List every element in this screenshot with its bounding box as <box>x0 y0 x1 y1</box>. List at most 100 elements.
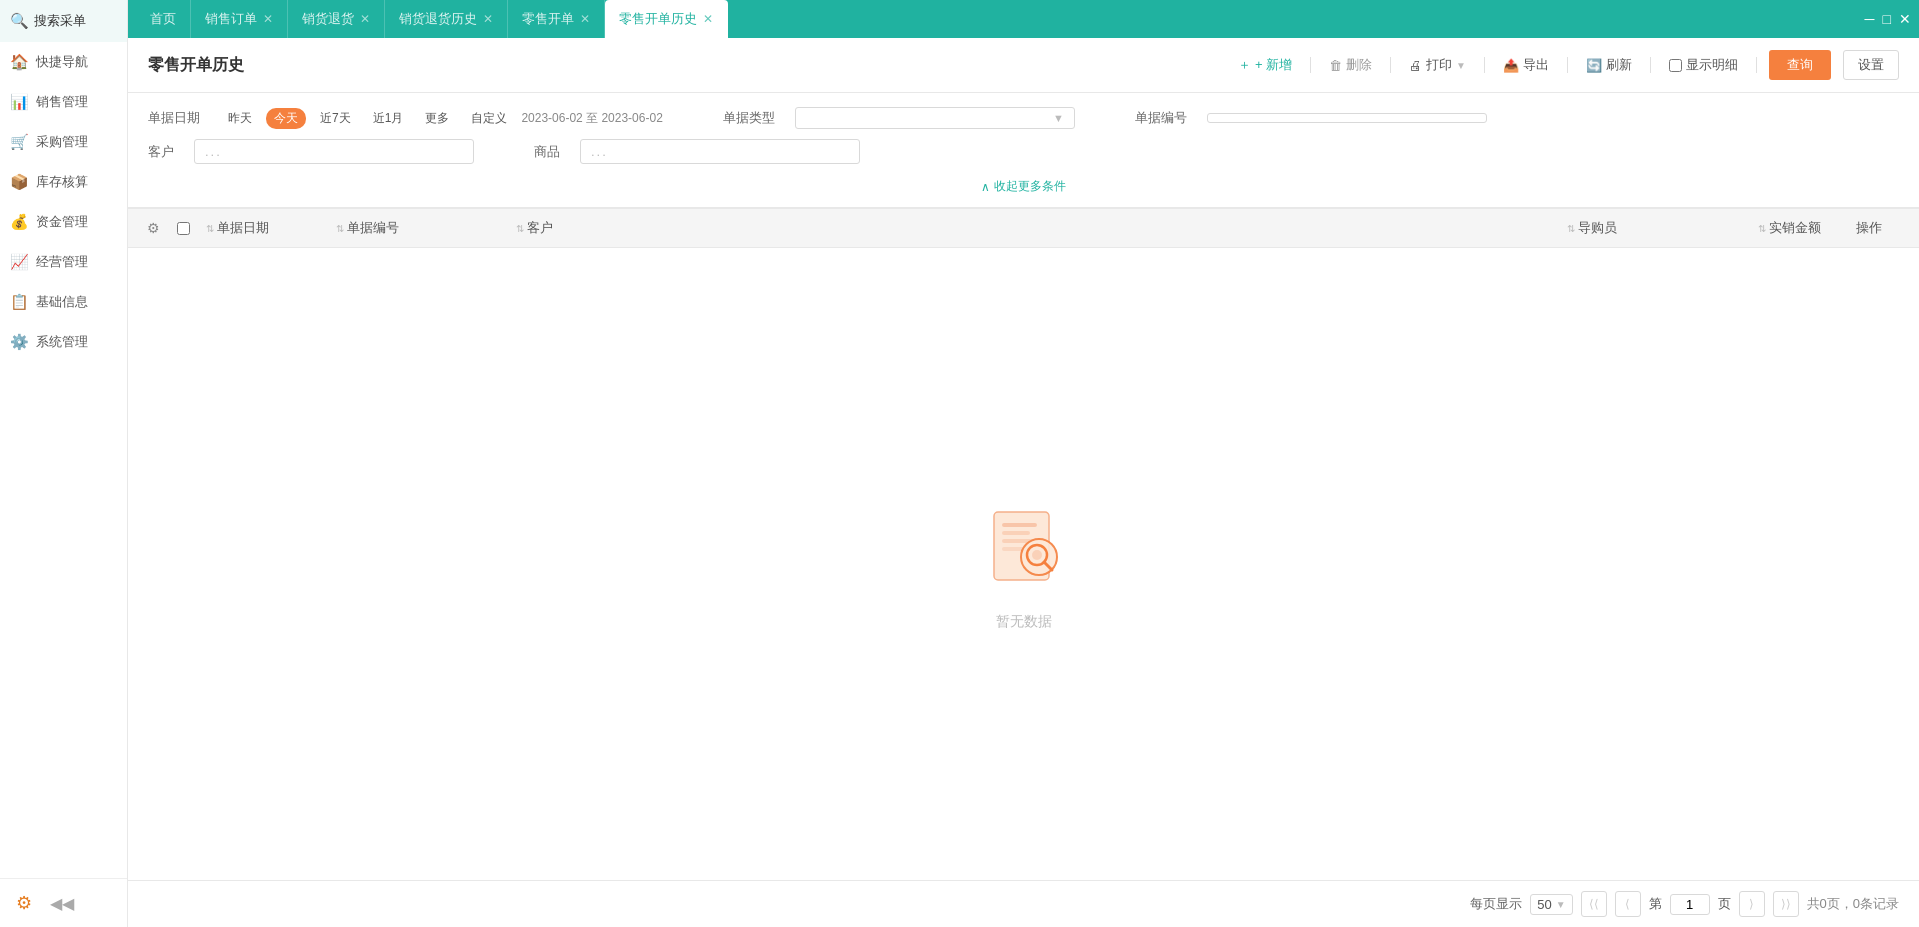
window-close-icon[interactable]: ✕ <box>1899 11 1911 27</box>
sidebar-item-basic-info[interactable]: 📋 基础信息 <box>0 282 127 322</box>
page-size-dropdown-icon: ▼ <box>1556 899 1566 910</box>
tab-sales-order-close[interactable]: ✕ <box>263 12 273 26</box>
customer-dots: ... <box>205 144 222 159</box>
display-cols-toggle[interactable]: 显示明细 <box>1663 52 1744 78</box>
refresh-label: 刷新 <box>1606 56 1632 74</box>
date-opt-more[interactable]: 更多 <box>417 108 457 129</box>
sidebar-item-finance[interactable]: 💰 资金管理 <box>0 202 127 242</box>
add-icon: ＋ <box>1238 56 1251 74</box>
date-opt-7days[interactable]: 近7天 <box>312 108 359 129</box>
date-opt-today[interactable]: 今天 <box>266 108 306 129</box>
empty-state: 暂无数据 <box>128 248 1919 880</box>
filter-row-2: 客户 ... 商品 ... <box>148 139 1899 164</box>
inventory-icon: 📦 <box>10 173 28 191</box>
customer-input[interactable]: ... <box>194 139 474 164</box>
query-button[interactable]: 查询 <box>1769 50 1831 80</box>
doc-type-select[interactable]: ▼ <box>795 107 1075 129</box>
th-customer[interactable]: ⇅ 客户 <box>508 219 1559 237</box>
tab-retail-history-close[interactable]: ✕ <box>703 12 713 26</box>
print-label: 打印 <box>1426 56 1452 74</box>
sidebar-item-inventory[interactable]: 📦 库存核算 <box>0 162 127 202</box>
settings-button[interactable]: 设置 <box>1843 50 1899 80</box>
tab-sales-return-history-label: 销货退货历史 <box>399 10 477 28</box>
svg-point-8 <box>1032 550 1042 560</box>
sidebar-item-purchase-mgmt[interactable]: 🛒 采购管理 <box>0 122 127 162</box>
page-last-button[interactable]: ⟩⟩ <box>1773 891 1799 917</box>
sidebar-item-label: 经营管理 <box>36 253 88 271</box>
sidebar-item-sales-mgmt[interactable]: 📊 销售管理 <box>0 82 127 122</box>
date-opt-1month[interactable]: 近1月 <box>365 108 412 129</box>
date-opt-custom[interactable]: 自定义 <box>463 108 515 129</box>
page-unit: 页 <box>1718 895 1731 913</box>
page-next-button[interactable]: ⟩ <box>1739 891 1765 917</box>
th-num[interactable]: ⇅ 单据编号 <box>328 219 508 237</box>
page-prev-button[interactable]: ⟨ <box>1615 891 1641 917</box>
print-dropdown-icon: ▼ <box>1456 60 1466 71</box>
window-maximize-icon[interactable]: □ <box>1883 11 1891 27</box>
th-amount[interactable]: ⇅ 实销金额 <box>1709 219 1829 237</box>
collapse-filter-row[interactable]: ∧ 收起更多条件 <box>148 174 1899 199</box>
page-size-select[interactable]: 50 ▼ <box>1530 894 1572 915</box>
tab-sales-order[interactable]: 销售订单 ✕ <box>191 0 288 38</box>
window-minimize-icon[interactable]: ─ <box>1865 11 1875 27</box>
page-number-input[interactable] <box>1670 894 1710 915</box>
sidebar-item-system-mgmt[interactable]: ⚙️ 系统管理 <box>0 322 127 362</box>
date-range-display: 2023-06-02 至 2023-06-02 <box>521 110 662 127</box>
toolbar-divider-2 <box>1390 57 1391 73</box>
th-guide[interactable]: ⇅ 导购员 <box>1559 219 1709 237</box>
empty-illustration <box>974 497 1074 597</box>
pagination: 每页显示 50 ▼ ⟨⟨ ⟨ 第 页 ⟩ ⟩⟩ 共0页，0条记录 <box>128 880 1919 927</box>
doc-type-label: 单据类型 <box>723 109 775 127</box>
svg-rect-1 <box>1002 523 1037 527</box>
tab-retail-history[interactable]: 零售开单历史 ✕ <box>605 0 728 38</box>
collapse-icon[interactable]: ◀◀ <box>48 889 76 917</box>
page-size-value: 50 <box>1537 897 1551 912</box>
filter-area: 单据日期 昨天 今天 近7天 近1月 更多 自定义 2023-06-02 至 2… <box>128 93 1919 208</box>
doc-num-label: 单据编号 <box>1135 109 1187 127</box>
export-icon: 📤 <box>1503 58 1519 73</box>
finance-icon: 💰 <box>10 213 28 231</box>
settings-gear-icon[interactable]: ⚙ <box>10 889 38 917</box>
sidebar-item-operations[interactable]: 📈 经营管理 <box>0 242 127 282</box>
refresh-button[interactable]: 🔄 刷新 <box>1580 52 1638 78</box>
tab-retail-open-close[interactable]: ✕ <box>580 12 590 26</box>
purchase-icon: 🛒 <box>10 133 28 151</box>
doc-num-input[interactable] <box>1207 113 1487 123</box>
th-date[interactable]: ⇅ 单据日期 <box>198 219 328 237</box>
svg-rect-2 <box>1002 531 1030 535</box>
print-button[interactable]: 🖨 打印 ▼ <box>1403 52 1472 78</box>
toolbar-divider-3 <box>1484 57 1485 73</box>
tab-sales-return-close[interactable]: ✕ <box>360 12 370 26</box>
export-button[interactable]: 📤 导出 <box>1497 52 1555 78</box>
page-total: 共0页，0条记录 <box>1807 895 1899 913</box>
delete-button[interactable]: 🗑 删除 <box>1323 52 1378 78</box>
display-cols-checkbox[interactable] <box>1669 59 1682 72</box>
delete-label: 删除 <box>1346 56 1372 74</box>
table-header: ⚙ ⇅ 单据日期 ⇅ 单据编号 ⇅ 客户 ⇅ 导购员 ⇅ 实销金额 <box>128 208 1919 248</box>
product-label: 商品 <box>534 143 560 161</box>
tabs-right-controls: ─ □ ✕ <box>1865 11 1911 27</box>
tab-sales-return-history[interactable]: 销货退货历史 ✕ <box>385 0 508 38</box>
empty-text: 暂无数据 <box>996 613 1052 631</box>
page-label: 第 <box>1649 895 1662 913</box>
select-all-checkbox[interactable] <box>177 222 190 235</box>
sales-icon: 📊 <box>10 93 28 111</box>
table-settings-icon[interactable]: ⚙ <box>138 220 168 236</box>
tab-sales-return-history-close[interactable]: ✕ <box>483 12 493 26</box>
date-opt-yesterday[interactable]: 昨天 <box>220 108 260 129</box>
info-icon: 📋 <box>10 293 28 311</box>
page-first-button[interactable]: ⟨⟨ <box>1581 891 1607 917</box>
add-button[interactable]: ＋ + 新增 <box>1232 52 1298 78</box>
refresh-icon: 🔄 <box>1586 58 1602 73</box>
tab-sales-return[interactable]: 销货退货 ✕ <box>288 0 385 38</box>
tab-home[interactable]: 首页 <box>136 0 191 38</box>
sidebar-bottom: ⚙ ◀◀ <box>0 878 127 927</box>
tab-retail-open[interactable]: 零售开单 ✕ <box>508 0 605 38</box>
table-select-all[interactable] <box>168 222 198 235</box>
sidebar-item-quick-nav[interactable]: 🏠 快捷导航 <box>0 42 127 82</box>
product-input[interactable]: ... <box>580 139 860 164</box>
home-icon: 🏠 <box>10 53 28 71</box>
sidebar-item-label: 基础信息 <box>36 293 88 311</box>
sidebar-search[interactable]: 🔍 搜索采单 <box>0 0 127 42</box>
toolbar-divider-4 <box>1567 57 1568 73</box>
